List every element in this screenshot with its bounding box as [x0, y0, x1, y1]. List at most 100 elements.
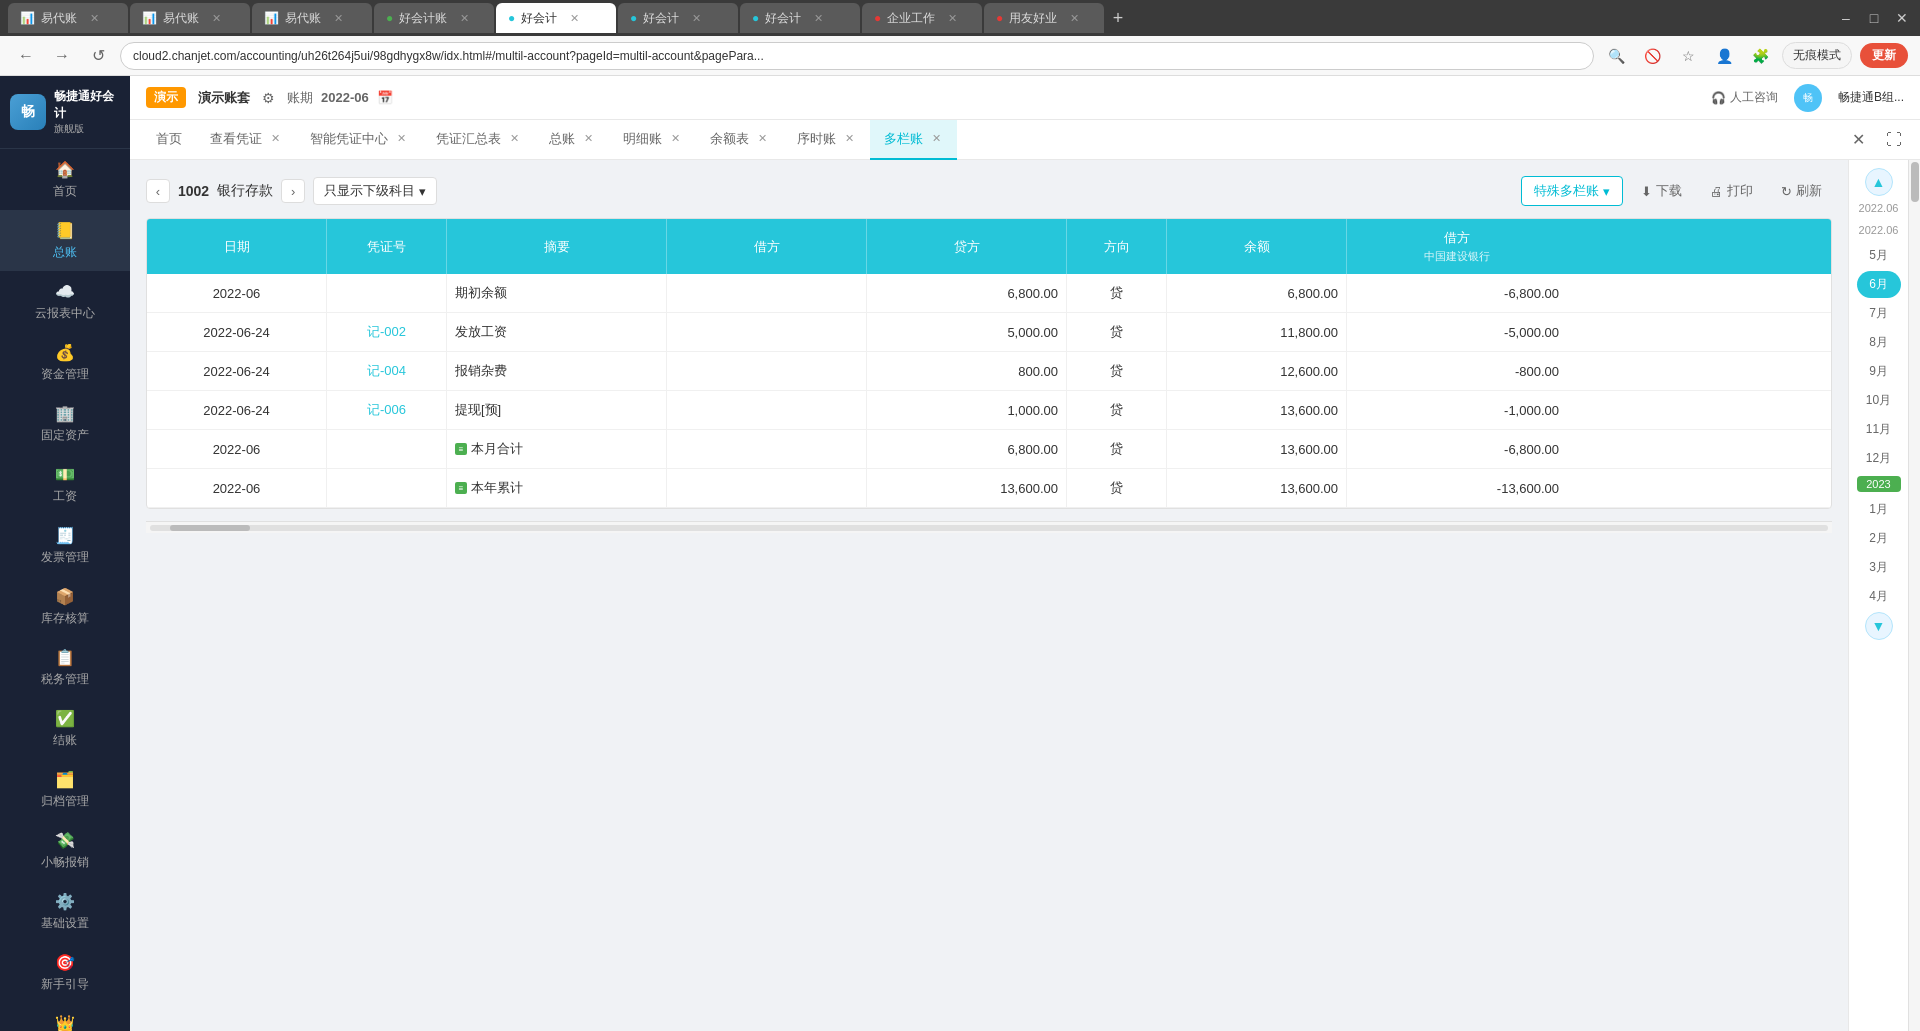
extensions-icon[interactable]: 🧩 [1746, 42, 1774, 70]
browser-tab-2[interactable]: 📊 易代账 ✕ [130, 3, 250, 33]
tab-close-detail-ledger[interactable]: ✕ [668, 132, 682, 146]
sidebar-item-home[interactable]: 🏠 首页 [0, 149, 130, 210]
tab-close-7[interactable]: ✕ [811, 11, 825, 25]
tab-close-4[interactable]: ✕ [457, 11, 471, 25]
month-2023-4[interactable]: 4月 [1857, 583, 1901, 610]
browser-tab-8[interactable]: ● 企业工作 ✕ [862, 3, 982, 33]
reload-button[interactable]: ↺ [84, 42, 112, 70]
browser-tab-1[interactable]: 📊 易代账 ✕ [8, 3, 128, 33]
tab-close-balance[interactable]: ✕ [755, 132, 769, 146]
month-2023-3[interactable]: 3月 [1857, 554, 1901, 581]
browser-maximize[interactable]: □ [1864, 8, 1884, 28]
sidebar-item-reports[interactable]: ☁️ 云报表中心 [0, 271, 130, 332]
next-account-button[interactable]: › [281, 179, 305, 203]
block-icon[interactable]: 🚫 [1638, 42, 1666, 70]
tab-close-2[interactable]: ✕ [209, 11, 223, 25]
prev-account-button[interactable]: ‹ [146, 179, 170, 203]
show-sub-dropdown[interactable]: 只显示下级科目 ▾ [313, 177, 437, 205]
tab-close-1[interactable]: ✕ [87, 11, 101, 25]
tab-balance[interactable]: 余额表 ✕ [696, 120, 783, 160]
horizontal-scrollbar[interactable] [146, 521, 1832, 533]
sidebar-item-ledger[interactable]: 📒 总账 [0, 210, 130, 271]
month-11[interactable]: 11月 [1857, 416, 1901, 443]
tab-smart-voucher[interactable]: 智能凭证中心 ✕ [296, 120, 422, 160]
expand-icon[interactable]: ⛶ [1880, 126, 1908, 154]
browser-tab-3[interactable]: 📊 易代账 ✕ [252, 3, 372, 33]
tab-close-6[interactable]: ✕ [689, 11, 703, 25]
sidebar-item-invoice[interactable]: 🧾 发票管理 [0, 515, 130, 576]
browser-close[interactable]: ✕ [1892, 8, 1912, 28]
settings-gear-icon[interactable]: ⚙ [262, 90, 275, 106]
tab-close-smart-voucher[interactable]: ✕ [394, 132, 408, 146]
scroll-down-arrow[interactable]: ▼ [1865, 612, 1893, 640]
search-icon[interactable]: 🔍 [1602, 42, 1630, 70]
tab-multi-column[interactable]: 多栏账 ✕ [870, 120, 957, 160]
voucher-link[interactable]: 记-006 [367, 401, 406, 419]
wuma-button[interactable]: 无痕模式 [1782, 42, 1852, 69]
cell-direction: 贷 [1067, 313, 1167, 351]
tab-close-3[interactable]: ✕ [331, 11, 345, 25]
tab-close-8[interactable]: ✕ [945, 11, 959, 25]
tab-close-9[interactable]: ✕ [1067, 11, 1081, 25]
month-7[interactable]: 7月 [1857, 300, 1901, 327]
collapse-icon[interactable]: ✕ [1844, 126, 1872, 154]
tab-close-chronological[interactable]: ✕ [842, 132, 856, 146]
tab-voucher-summary[interactable]: 凭证汇总表 ✕ [422, 120, 535, 160]
tab-close-general-ledger[interactable]: ✕ [581, 132, 595, 146]
col-header-debit: 借方 [667, 219, 867, 274]
tab-close-voucher-summary[interactable]: ✕ [507, 132, 521, 146]
calendar-icon[interactable]: 📅 [377, 90, 393, 105]
sidebar-item-fixed-assets[interactable]: 🏢 固定资产 [0, 393, 130, 454]
profile-icon[interactable]: 👤 [1710, 42, 1738, 70]
browser-tab-7[interactable]: ● 好会计 ✕ [740, 3, 860, 33]
browser-tab-5[interactable]: ● 好会计 ✕ [496, 3, 616, 33]
sidebar-item-payroll[interactable]: 💵 工资 [0, 454, 130, 515]
browser-minimize[interactable]: – [1836, 8, 1856, 28]
forward-button[interactable]: → [48, 42, 76, 70]
refresh-button[interactable]: ↻ 刷新 [1771, 177, 1832, 205]
tab-chronological[interactable]: 序时账 ✕ [783, 120, 870, 160]
browser-tab-9[interactable]: ● 用友好业 ✕ [984, 3, 1104, 33]
month-2023-1[interactable]: 1月 [1857, 496, 1901, 523]
star-icon[interactable]: ☆ [1674, 42, 1702, 70]
vertical-scrollbar[interactable] [1908, 160, 1920, 1031]
tab-general-ledger[interactable]: 总账 ✕ [535, 120, 609, 160]
tab-close-5[interactable]: ✕ [567, 11, 581, 25]
tab-close-voucher-view[interactable]: ✕ [268, 132, 282, 146]
scroll-up-arrow[interactable]: ▲ [1865, 168, 1893, 196]
month-9[interactable]: 9月 [1857, 358, 1901, 385]
vertical-scroll-thumb[interactable] [1911, 162, 1919, 202]
sidebar-item-expense[interactable]: 💸 小畅报销 [0, 820, 130, 881]
tab-close-multi-column[interactable]: ✕ [929, 132, 943, 146]
back-button[interactable]: ← [12, 42, 40, 70]
month-10[interactable]: 10月 [1857, 387, 1901, 414]
new-tab-button[interactable]: + [1106, 6, 1130, 30]
sidebar-item-membership[interactable]: 👑 畅会员 [0, 1003, 130, 1031]
tab-home[interactable]: 首页 [142, 120, 196, 160]
sidebar-item-inventory[interactable]: 📦 库存核算 [0, 576, 130, 637]
voucher-link[interactable]: 记-002 [367, 323, 406, 341]
month-8[interactable]: 8月 [1857, 329, 1901, 356]
browser-tab-6[interactable]: ● 好会计 ✕ [618, 3, 738, 33]
customer-service-button[interactable]: 🎧 人工咨询 [1711, 89, 1778, 106]
browser-tab-4[interactable]: ● 好会计账 ✕ [374, 3, 494, 33]
print-button[interactable]: 🖨 打印 [1700, 177, 1763, 205]
month-5[interactable]: 5月 [1857, 242, 1901, 269]
sidebar-item-settings[interactable]: ⚙️ 基础设置 [0, 881, 130, 942]
month-2023-2[interactable]: 2月 [1857, 525, 1901, 552]
scroll-thumb[interactable] [170, 525, 250, 531]
sidebar-item-closing[interactable]: ✅ 结账 [0, 698, 130, 759]
sidebar-item-tax[interactable]: 📋 税务管理 [0, 637, 130, 698]
sidebar-item-archive[interactable]: 🗂️ 归档管理 [0, 759, 130, 820]
tab-detail-ledger[interactable]: 明细账 ✕ [609, 120, 696, 160]
special-ledger-button[interactable]: 特殊多栏账 ▾ [1521, 176, 1623, 206]
sidebar-item-funds[interactable]: 💰 资金管理 [0, 332, 130, 393]
address-input[interactable] [120, 42, 1594, 70]
update-button[interactable]: 更新 [1860, 43, 1908, 68]
sidebar-item-guide[interactable]: 🎯 新手引导 [0, 942, 130, 1003]
month-12[interactable]: 12月 [1857, 445, 1901, 472]
tab-voucher-view[interactable]: 查看凭证 ✕ [196, 120, 296, 160]
month-6[interactable]: 6月 [1857, 271, 1901, 298]
voucher-link[interactable]: 记-004 [367, 362, 406, 380]
download-button[interactable]: ⬇ 下载 [1631, 177, 1692, 205]
